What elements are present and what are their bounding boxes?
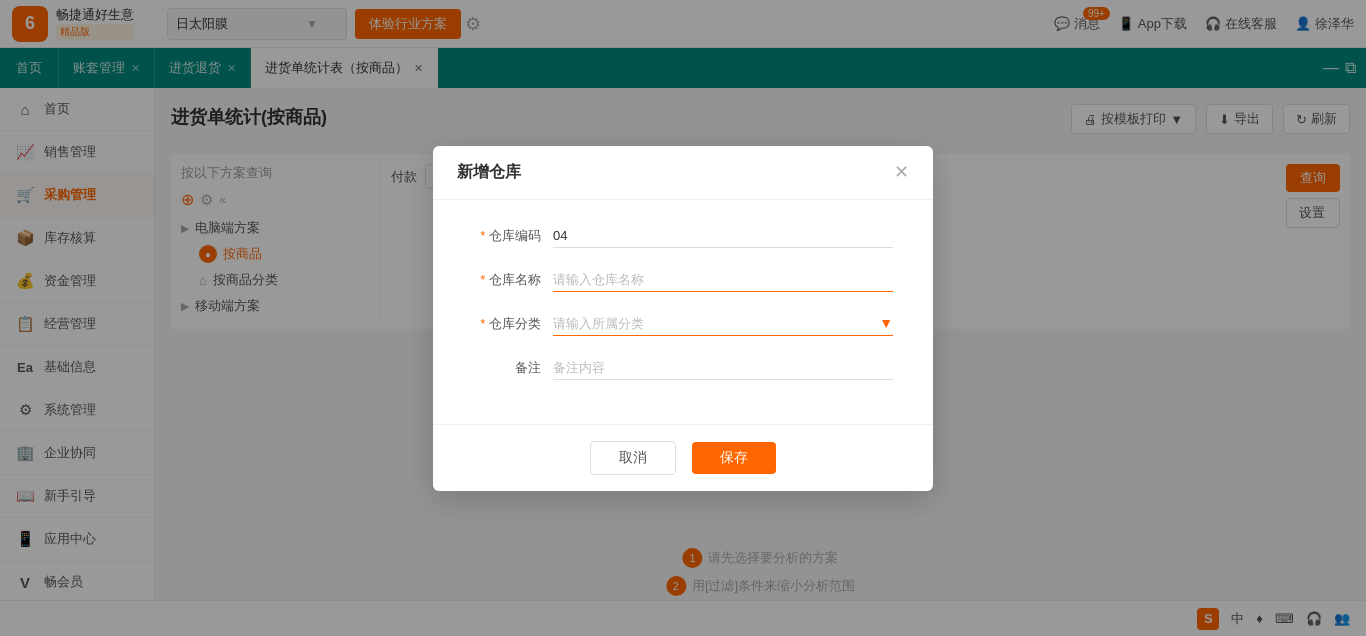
dialog-title: 新增仓库 bbox=[457, 162, 521, 183]
note-label: 备注 bbox=[473, 359, 553, 377]
form-row-name: 仓库名称 bbox=[473, 268, 893, 292]
code-label: 仓库编码 bbox=[473, 227, 553, 245]
code-input[interactable] bbox=[553, 224, 893, 248]
name-input[interactable] bbox=[553, 268, 893, 292]
dialog-overlay[interactable]: 新增仓库 ✕ 仓库编码 仓库名称 仓库分类 ▼ bbox=[0, 0, 1366, 636]
form-row-note: 备注 bbox=[473, 356, 893, 380]
dialog-footer: 取消 保存 bbox=[433, 424, 933, 491]
category-input[interactable] bbox=[553, 312, 879, 335]
category-arrow-icon: ▼ bbox=[879, 315, 893, 331]
dialog-body: 仓库编码 仓库名称 仓库分类 ▼ 备注 bbox=[433, 200, 933, 424]
category-label: 仓库分类 bbox=[473, 315, 553, 333]
form-row-category: 仓库分类 ▼ bbox=[473, 312, 893, 336]
category-select-wrap: ▼ bbox=[553, 312, 893, 336]
form-row-code: 仓库编码 bbox=[473, 224, 893, 248]
note-input[interactable] bbox=[553, 356, 893, 380]
new-warehouse-dialog: 新增仓库 ✕ 仓库编码 仓库名称 仓库分类 ▼ bbox=[433, 146, 933, 491]
cancel-button[interactable]: 取消 bbox=[590, 441, 676, 475]
name-label: 仓库名称 bbox=[473, 271, 553, 289]
dialog-close-button[interactable]: ✕ bbox=[894, 163, 909, 181]
save-button[interactable]: 保存 bbox=[692, 442, 776, 474]
dialog-header: 新增仓库 ✕ bbox=[433, 146, 933, 200]
